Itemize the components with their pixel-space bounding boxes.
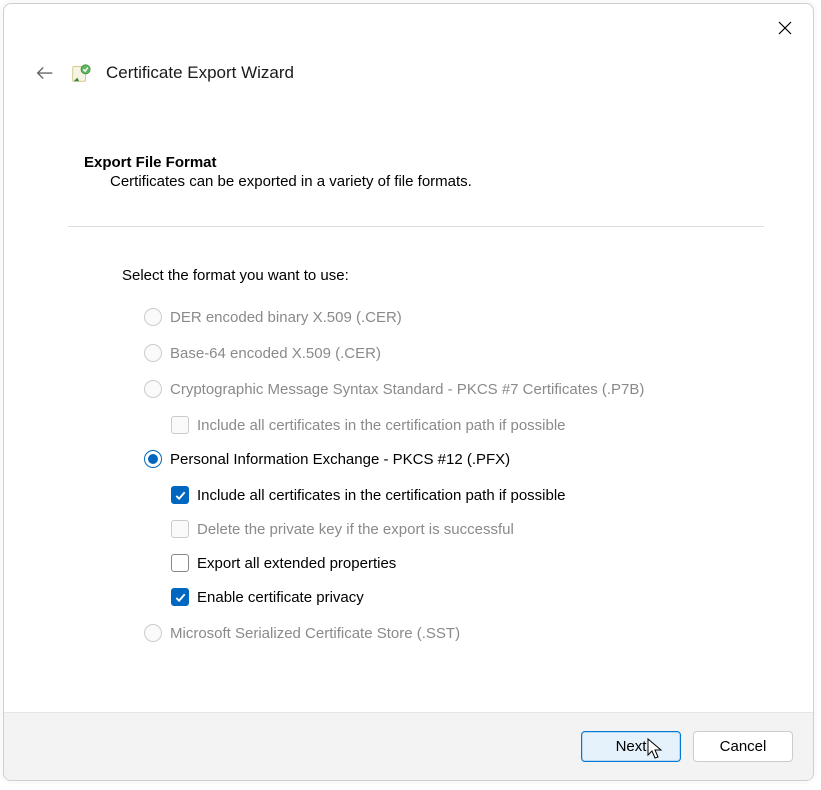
radio-pfx-label: Personal Information Exchange - PKCS #12… xyxy=(170,451,510,468)
wizard-footer: Next Cancel xyxy=(4,712,813,780)
checkbox-pfx-cert-privacy-input[interactable] xyxy=(171,588,189,606)
close-icon xyxy=(778,21,792,35)
checkbox-pfx-export-ext[interactable]: Export all extended properties xyxy=(171,552,748,574)
radio-pkcs7-input xyxy=(144,380,162,398)
checkbox-pfx-delete-key-label: Delete the private key if the export is … xyxy=(197,521,514,538)
checkbox-pkcs7-include-all-label: Include all certificates in the certific… xyxy=(197,417,566,434)
radio-der: DER encoded binary X.509 (.CER) xyxy=(144,306,748,328)
radio-sst-label: Microsoft Serialized Certificate Store (… xyxy=(170,625,460,642)
radio-base64: Base-64 encoded X.509 (.CER) xyxy=(144,342,748,364)
checkbox-pfx-cert-privacy-label: Enable certificate privacy xyxy=(197,589,364,606)
checkbox-pfx-delete-key-input xyxy=(171,520,189,538)
wizard-header: Certificate Export Wizard xyxy=(4,4,813,94)
checkbox-pfx-include-all-label: Include all certificates in the certific… xyxy=(197,487,566,504)
checkbox-pfx-include-all-input[interactable] xyxy=(171,486,189,504)
checkbox-pfx-delete-key: Delete the private key if the export is … xyxy=(171,518,748,540)
wizard-window: Certificate Export Wizard Export File Fo… xyxy=(3,3,814,781)
check-icon xyxy=(174,591,187,604)
checkbox-pkcs7-include-all: Include all certificates in the certific… xyxy=(171,414,748,436)
format-instruction: Select the format you want to use: xyxy=(122,267,748,284)
divider xyxy=(68,226,764,227)
radio-pkcs7: Cryptographic Message Syntax Standard - … xyxy=(144,378,748,400)
close-button[interactable] xyxy=(775,18,795,38)
check-icon xyxy=(174,489,187,502)
radio-der-input xyxy=(144,308,162,326)
section-title: Export File Format xyxy=(84,154,748,171)
section-description: Certificates can be exported in a variet… xyxy=(84,173,748,190)
checkbox-pfx-export-ext-label: Export all extended properties xyxy=(197,555,396,572)
format-options: DER encoded binary X.509 (.CER) Base-64 … xyxy=(144,306,748,644)
wizard-title: Certificate Export Wizard xyxy=(106,63,294,83)
radio-der-label: DER encoded binary X.509 (.CER) xyxy=(170,309,402,326)
radio-base64-label: Base-64 encoded X.509 (.CER) xyxy=(170,345,381,362)
checkbox-pfx-export-ext-input[interactable] xyxy=(171,554,189,572)
checkbox-pfx-include-all[interactable]: Include all certificates in the certific… xyxy=(171,484,748,506)
arrow-left-icon xyxy=(34,62,56,84)
radio-pfx[interactable]: Personal Information Exchange - PKCS #12… xyxy=(144,448,748,470)
radio-sst-input xyxy=(144,624,162,642)
radio-pfx-input[interactable] xyxy=(144,450,162,468)
radio-base64-input xyxy=(144,344,162,362)
wizard-content: Export File Format Certificates can be e… xyxy=(4,94,813,712)
checkbox-pkcs7-include-all-input xyxy=(171,416,189,434)
checkbox-pfx-cert-privacy[interactable]: Enable certificate privacy xyxy=(171,586,748,608)
back-button[interactable] xyxy=(34,62,56,84)
next-button[interactable]: Next xyxy=(581,731,681,762)
certificate-wizard-icon xyxy=(70,62,92,84)
cancel-button[interactable]: Cancel xyxy=(693,731,793,762)
radio-pkcs7-label: Cryptographic Message Syntax Standard - … xyxy=(170,381,644,398)
radio-sst: Microsoft Serialized Certificate Store (… xyxy=(144,622,748,644)
